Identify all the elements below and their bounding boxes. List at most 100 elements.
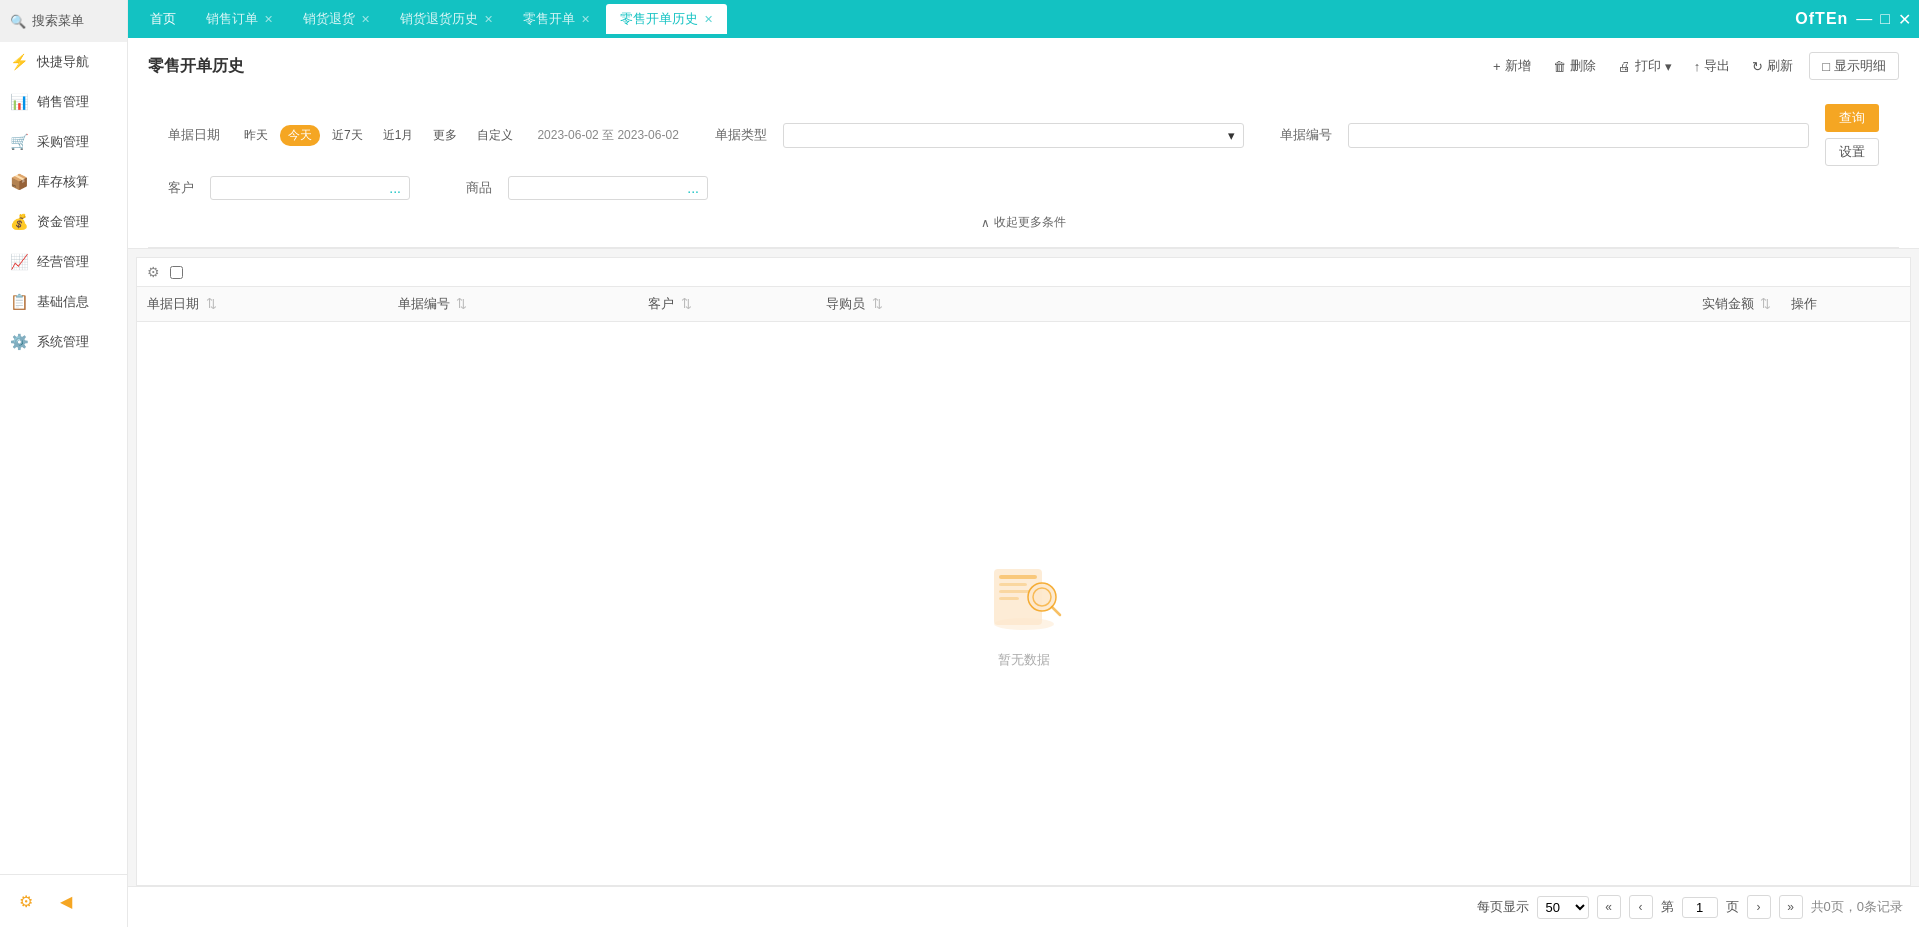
export-button[interactable]: ↑ 导出 (1688, 53, 1737, 79)
next-page-button[interactable]: › (1747, 895, 1771, 919)
sidebar-collapse-button[interactable]: ◀ (50, 885, 82, 917)
empty-state: 暂无数据 (137, 322, 1910, 885)
delete-label: 删除 (1570, 57, 1596, 75)
settings-label: 设置 (1839, 143, 1865, 161)
tab-retail-open[interactable]: 零售开单 ✕ (509, 4, 604, 34)
sidebar-item-quick-nav[interactable]: ⚡ 快捷导航 (0, 42, 127, 82)
sort-date-icon[interactable]: ⇅ (206, 296, 217, 311)
customer-ellipsis-button[interactable]: ... (389, 180, 401, 196)
export-icon: ↑ (1694, 59, 1701, 74)
sidebar-item-basic-info[interactable]: 📋 基础信息 (0, 282, 127, 322)
tab-sales-return-history[interactable]: 销货退货历史 ✕ (386, 4, 507, 34)
date-today-button[interactable]: 今天 (280, 125, 320, 146)
print-button[interactable]: 🖨 打印 ▾ (1612, 53, 1678, 79)
doc-type-select[interactable]: ▾ (783, 123, 1244, 148)
print-label: 打印 (1635, 57, 1661, 75)
date-1month-button[interactable]: 近1月 (375, 125, 422, 146)
date-custom-button[interactable]: 自定义 (469, 125, 521, 146)
sidebar-item-sales-mgmt[interactable]: 📊 销售管理 (0, 82, 127, 122)
filter-row-1: 单据日期 昨天 今天 近7天 近1月 更多 自定义 2023-06-02 至 2… (168, 104, 1879, 166)
svg-rect-4 (999, 590, 1031, 593)
sort-customer-icon[interactable]: ⇅ (681, 296, 692, 311)
query-button[interactable]: 查询 (1825, 104, 1879, 132)
empty-text: 暂无数据 (998, 651, 1050, 669)
collapse-up-icon: ∧ (981, 216, 990, 230)
sidebar-item-label: 基础信息 (37, 293, 89, 311)
query-label: 查询 (1839, 109, 1865, 127)
data-table: 单据日期 ⇅ 单据编号 ⇅ 客户 ⇅ 导购员 ⇅ (137, 287, 1910, 322)
refresh-button[interactable]: ↻ 刷新 (1746, 53, 1799, 79)
sidebar-item-label: 销售管理 (37, 93, 89, 111)
date-more-button[interactable]: 更多 (425, 125, 465, 146)
table-area: ⚙ 单据日期 ⇅ 单据编号 ⇅ 客户 (136, 257, 1911, 886)
refresh-icon: ↻ (1752, 59, 1763, 74)
page-header: 零售开单历史 + 新增 🗑 删除 🖨 打印 ▾ (128, 38, 1919, 249)
brand-label: OfTEn (1795, 10, 1848, 28)
page-label: 第 (1661, 898, 1674, 916)
add-button[interactable]: + 新增 (1487, 53, 1537, 79)
window-max-button[interactable]: □ (1880, 10, 1890, 28)
last-page-button[interactable]: » (1779, 895, 1803, 919)
tab-sales-return-label: 销货退货 (303, 10, 355, 28)
sidebar-item-label: 库存核算 (37, 173, 89, 191)
window-close-button[interactable]: ✕ (1898, 10, 1911, 29)
page-number-input[interactable] (1682, 897, 1718, 918)
delete-button[interactable]: 🗑 删除 (1547, 53, 1602, 79)
pagination: 每页显示 10 20 50 100 « ‹ 第 页 › » 共0页，0条记录 (128, 886, 1919, 927)
search-icon: 🔍 (10, 14, 26, 29)
date-7days-button[interactable]: 近7天 (324, 125, 371, 146)
sort-guide-icon[interactable]: ⇅ (872, 296, 883, 311)
tab-sales-return-close[interactable]: ✕ (361, 13, 370, 26)
sidebar-item-inventory[interactable]: 📦 库存核算 (0, 162, 127, 202)
svg-rect-3 (999, 583, 1027, 586)
col-amount: 实销金额 ⇅ (1531, 287, 1782, 322)
sort-amount-icon[interactable]: ⇅ (1760, 296, 1771, 311)
tab-home[interactable]: 首页 (136, 4, 190, 34)
date-filter-buttons: 昨天 今天 近7天 近1月 更多 自定义 (236, 125, 521, 146)
sidebar-search[interactable]: 🔍 搜索菜单 (0, 0, 127, 42)
page-title: 零售开单历史 (148, 56, 244, 77)
inventory-icon: 📦 (10, 173, 29, 191)
collapse-label: 收起更多条件 (994, 214, 1066, 231)
export-label: 导出 (1704, 57, 1730, 75)
tab-sales-return[interactable]: 销货退货 ✕ (289, 4, 384, 34)
col-date: 单据日期 ⇅ (137, 287, 388, 322)
sidebar-item-label: 快捷导航 (37, 53, 89, 71)
filter-area: 单据日期 昨天 今天 近7天 近1月 更多 自定义 2023-06-02 至 2… (148, 92, 1899, 248)
sidebar-settings-button[interactable]: ⚙ (10, 885, 42, 917)
toolbar: + 新增 🗑 删除 🖨 打印 ▾ ↑ 导出 (1487, 52, 1899, 80)
settings-btn[interactable]: 设置 (1825, 138, 1879, 166)
tab-retail-open-history[interactable]: 零售开单历史 ✕ (606, 4, 727, 34)
tab-retail-open-history-close[interactable]: ✕ (704, 13, 713, 26)
prev-page-button[interactable]: ‹ (1629, 895, 1653, 919)
goods-ellipsis-button[interactable]: ... (687, 180, 699, 196)
tab-sales-order[interactable]: 销售订单 ✕ (192, 4, 287, 34)
sort-no-icon[interactable]: ⇅ (456, 296, 467, 311)
tab-sales-return-history-close[interactable]: ✕ (484, 13, 493, 26)
sidebar: 🔍 搜索菜单 ⚡ 快捷导航 📊 销售管理 🛒 采购管理 📦 库存核算 💰 资金管… (0, 0, 128, 927)
sidebar-item-operation[interactable]: 📈 经营管理 (0, 242, 127, 282)
finance-icon: 💰 (10, 213, 29, 231)
add-icon: + (1493, 59, 1501, 74)
select-all-checkbox[interactable] (170, 266, 183, 279)
sidebar-item-sys-mgmt[interactable]: ⚙️ 系统管理 (0, 322, 127, 362)
table-settings-icon[interactable]: ⚙ (147, 264, 160, 280)
doc-no-input[interactable] (1348, 123, 1809, 148)
settings-gear-icon: ⚙ (19, 892, 33, 911)
operation-icon: 📈 (10, 253, 29, 271)
tab-sales-order-close[interactable]: ✕ (264, 13, 273, 26)
sidebar-item-purchase-mgmt[interactable]: 🛒 采购管理 (0, 122, 127, 162)
svg-line-8 (1052, 607, 1060, 615)
sys-mgmt-icon: ⚙️ (10, 333, 29, 351)
col-no: 单据编号 ⇅ (388, 287, 639, 322)
sidebar-item-label: 系统管理 (37, 333, 89, 351)
per-page-select[interactable]: 10 20 50 100 (1537, 896, 1589, 919)
display-detail-button[interactable]: □ 显示明细 (1809, 52, 1899, 80)
date-yesterday-button[interactable]: 昨天 (236, 125, 276, 146)
tab-retail-open-close[interactable]: ✕ (581, 13, 590, 26)
first-page-button[interactable]: « (1597, 895, 1621, 919)
window-min-button[interactable]: — (1856, 10, 1872, 28)
last-page-icon: » (1787, 900, 1794, 914)
sidebar-item-finance[interactable]: 💰 资金管理 (0, 202, 127, 242)
collapse-bar[interactable]: ∧ 收起更多条件 (168, 210, 1879, 235)
